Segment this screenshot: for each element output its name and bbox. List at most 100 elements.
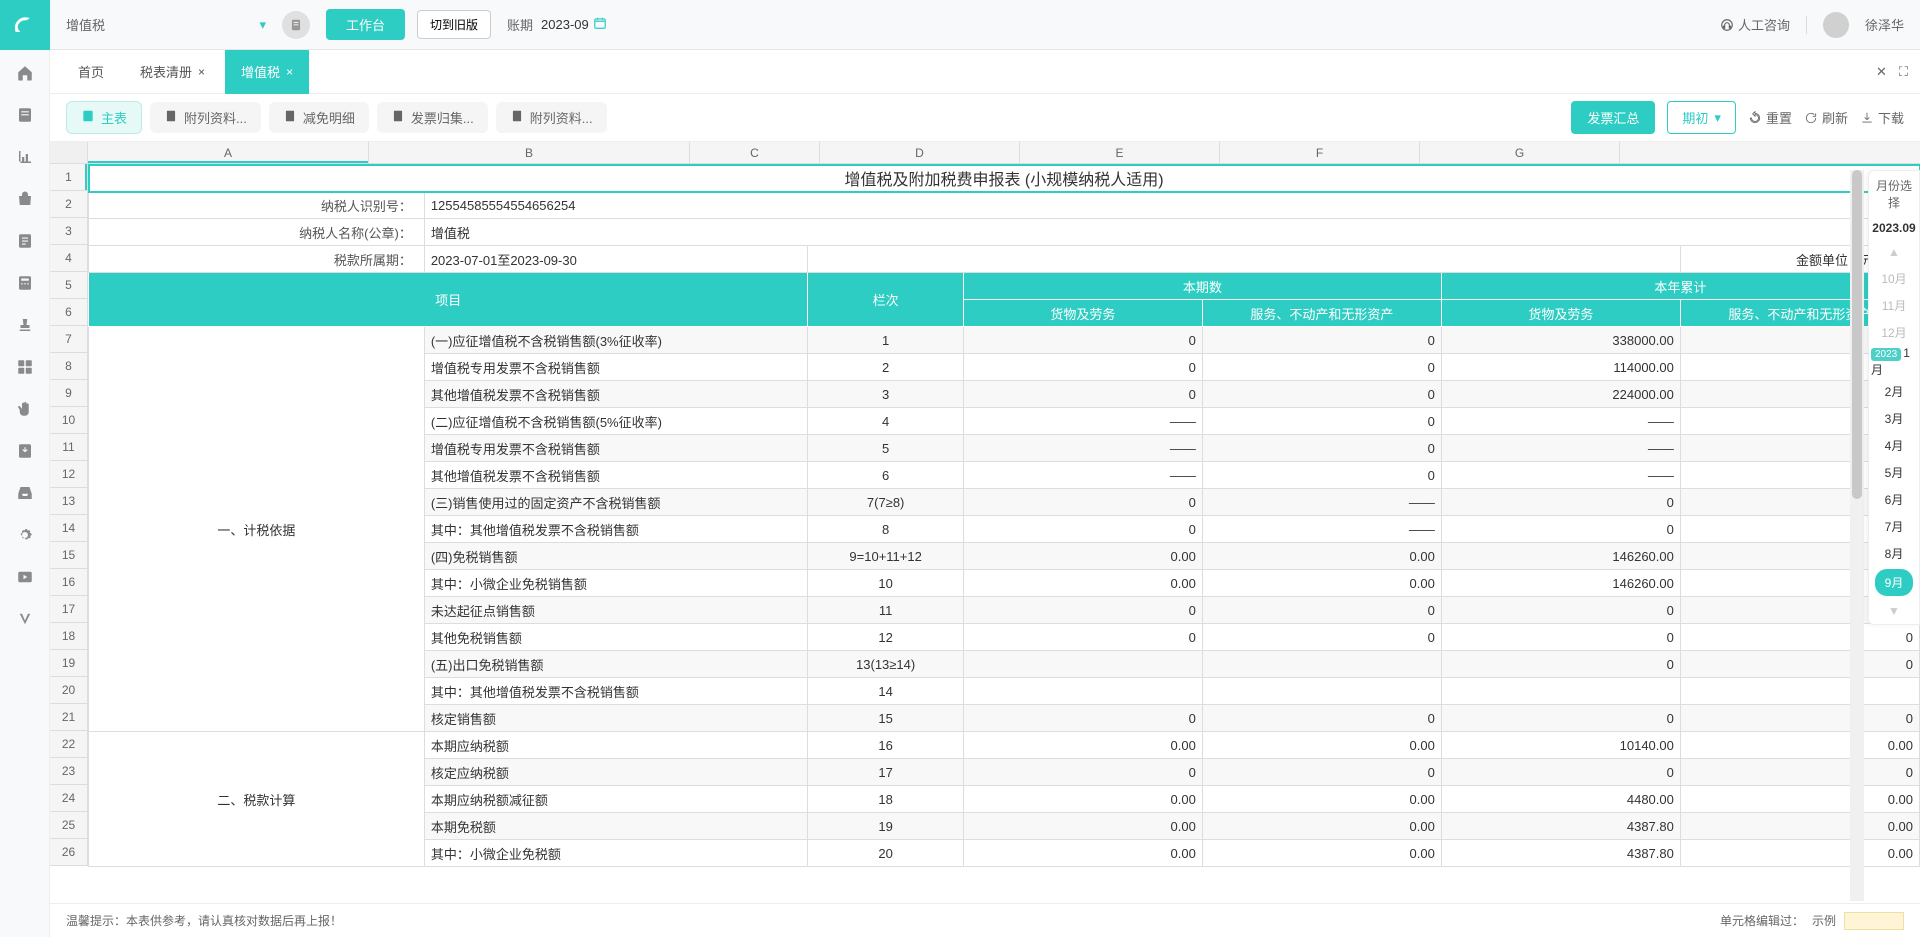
value-cell[interactable]: 0.00 bbox=[1202, 732, 1441, 759]
col-cell[interactable]: 5 bbox=[808, 435, 963, 462]
col-cell[interactable]: 15 bbox=[808, 705, 963, 732]
value-cell[interactable]: 0.00 bbox=[1202, 840, 1441, 867]
v-icon[interactable] bbox=[14, 608, 36, 630]
month-item[interactable]: 8月 bbox=[1869, 540, 1919, 567]
close-all-icon[interactable]: ✕ bbox=[1876, 64, 1887, 80]
value-cell[interactable]: 0.00 bbox=[1202, 543, 1441, 570]
value-cell[interactable] bbox=[963, 678, 1202, 705]
row-num[interactable]: 25 bbox=[50, 812, 88, 839]
value-cell[interactable]: 0 bbox=[1202, 624, 1441, 651]
stamp-icon[interactable] bbox=[14, 314, 36, 336]
row-num[interactable]: 9 bbox=[50, 380, 88, 407]
value-cell[interactable]: 0 bbox=[1680, 759, 1919, 786]
value-cell[interactable]: 0 bbox=[963, 516, 1202, 543]
value-cell[interactable]: 0 bbox=[963, 489, 1202, 516]
item-cell[interactable]: (五)出口免税销售额 bbox=[424, 651, 808, 678]
row-num[interactable]: 24 bbox=[50, 785, 88, 812]
value-cell[interactable]: 0.00 bbox=[963, 570, 1202, 597]
value-cell[interactable]: 0 bbox=[1202, 408, 1441, 435]
value-cell[interactable]: 338000.00 bbox=[1441, 327, 1680, 354]
row-num[interactable]: 11 bbox=[50, 434, 88, 461]
value-cell[interactable] bbox=[1441, 678, 1680, 705]
value-cell[interactable]: 0 bbox=[963, 354, 1202, 381]
value-cell[interactable]: 0.00 bbox=[1680, 786, 1919, 813]
row-num[interactable]: 10 bbox=[50, 407, 88, 434]
col-cell[interactable]: 6 bbox=[808, 462, 963, 489]
workbench-button[interactable]: 工作台 bbox=[326, 9, 405, 40]
period-value[interactable]: 2023-09 bbox=[541, 17, 589, 32]
item-cell[interactable]: 增值税专用发票不含税销售额 bbox=[424, 435, 808, 462]
item-cell[interactable]: (三)销售使用过的固定资产不含税销售额 bbox=[424, 489, 808, 516]
value-cell[interactable]: —— bbox=[963, 408, 1202, 435]
value-cell[interactable]: 0 bbox=[1202, 705, 1441, 732]
scrollbar-thumb[interactable] bbox=[1852, 170, 1862, 499]
item-cell[interactable]: (一)应征增值税不含税销售额(3%征收率) bbox=[424, 327, 808, 354]
item-cell[interactable]: 其中：其他增值税发票不含税销售额 bbox=[424, 516, 808, 543]
col-cell[interactable]: 14 bbox=[808, 678, 963, 705]
home-icon[interactable] bbox=[14, 62, 36, 84]
taxpayer-name-label[interactable]: 纳税人名称(公章)： bbox=[89, 219, 425, 246]
col-cell[interactable]: 13(13≥14) bbox=[808, 651, 963, 678]
doc-icon-button[interactable] bbox=[282, 11, 310, 39]
taxpayer-id-label[interactable]: 纳税人识别号： bbox=[89, 192, 425, 219]
month-item[interactable]: 3月 bbox=[1869, 405, 1919, 432]
tab-vat[interactable]: 增值税× bbox=[225, 50, 309, 94]
value-cell[interactable]: 0.00 bbox=[1202, 570, 1441, 597]
value-cell[interactable]: —— bbox=[1441, 435, 1680, 462]
col-cell[interactable]: 19 bbox=[808, 813, 963, 840]
row-num[interactable]: 12 bbox=[50, 461, 88, 488]
value-cell[interactable]: 0 bbox=[1202, 327, 1441, 354]
item-cell[interactable]: 本期应纳税额减征额 bbox=[424, 786, 808, 813]
download-button[interactable]: 下载 bbox=[1860, 108, 1904, 127]
value-cell[interactable]: 0 bbox=[1441, 759, 1680, 786]
value-cell[interactable]: 146260.00 bbox=[1441, 543, 1680, 570]
value-cell[interactable] bbox=[963, 651, 1202, 678]
select-all-corner[interactable] bbox=[50, 142, 88, 163]
value-cell[interactable]: 0 bbox=[1202, 381, 1441, 408]
value-cell[interactable]: 0.00 bbox=[963, 543, 1202, 570]
col-header-a[interactable]: A bbox=[88, 142, 369, 163]
month-item[interactable]: 11月 bbox=[1869, 292, 1919, 319]
value-cell[interactable]: 0 bbox=[1441, 597, 1680, 624]
item-cell[interactable]: 核定应纳税额 bbox=[424, 759, 808, 786]
value-cell[interactable]: 0 bbox=[963, 624, 1202, 651]
item-cell[interactable]: (二)应征增值税不含税销售额(5%征收率) bbox=[424, 408, 808, 435]
row-num[interactable]: 21 bbox=[50, 704, 88, 731]
row-num[interactable]: 6 bbox=[50, 299, 88, 326]
ledger-icon[interactable] bbox=[14, 104, 36, 126]
row-num[interactable]: 16 bbox=[50, 569, 88, 596]
item-cell[interactable]: 核定销售额 bbox=[424, 705, 808, 732]
company-selector[interactable]: 增值税 ▾ bbox=[66, 15, 266, 34]
value-cell[interactable]: 0 bbox=[1680, 705, 1919, 732]
col-header-g[interactable]: G bbox=[1420, 142, 1620, 163]
value-cell[interactable]: 0 bbox=[1202, 435, 1441, 462]
month-down-icon[interactable]: ▼ bbox=[1869, 598, 1919, 624]
value-cell[interactable]: 0 bbox=[1441, 651, 1680, 678]
value-cell[interactable]: 114000.00 bbox=[1441, 354, 1680, 381]
fullscreen-icon[interactable]: ⛶ bbox=[1899, 64, 1908, 80]
month-item[interactable]: 7月 bbox=[1869, 513, 1919, 540]
value-cell[interactable]: —— bbox=[1441, 408, 1680, 435]
value-cell[interactable]: 0 bbox=[1680, 624, 1919, 651]
item-cell[interactable]: 本期免税额 bbox=[424, 813, 808, 840]
col-header-b[interactable]: B bbox=[369, 142, 690, 163]
consult-link[interactable]: 人工咨询 bbox=[1720, 15, 1790, 34]
value-cell[interactable]: 0 bbox=[1680, 651, 1919, 678]
subtab-exemption[interactable]: 减免明细 bbox=[269, 102, 369, 133]
value-cell[interactable]: 0.00 bbox=[963, 840, 1202, 867]
row-num[interactable]: 8 bbox=[50, 353, 88, 380]
export-icon[interactable] bbox=[14, 440, 36, 462]
row-num[interactable]: 13 bbox=[50, 488, 88, 515]
col-header-c[interactable]: C bbox=[690, 142, 820, 163]
username[interactable]: 徐泽华 bbox=[1865, 15, 1904, 34]
value-cell[interactable]: 0 bbox=[1441, 516, 1680, 543]
close-icon[interactable]: × bbox=[198, 65, 205, 79]
value-cell[interactable]: 0.00 bbox=[963, 786, 1202, 813]
row-num[interactable]: 22 bbox=[50, 731, 88, 758]
month-item[interactable]: 4月 bbox=[1869, 432, 1919, 459]
item-cell[interactable]: 其他增值税发票不含税销售额 bbox=[424, 381, 808, 408]
period-start-button[interactable]: 期初▾ bbox=[1667, 101, 1736, 134]
value-cell[interactable]: 10140.00 bbox=[1441, 732, 1680, 759]
value-cell[interactable]: 224000.00 bbox=[1441, 381, 1680, 408]
value-cell[interactable]: —— bbox=[1202, 489, 1441, 516]
